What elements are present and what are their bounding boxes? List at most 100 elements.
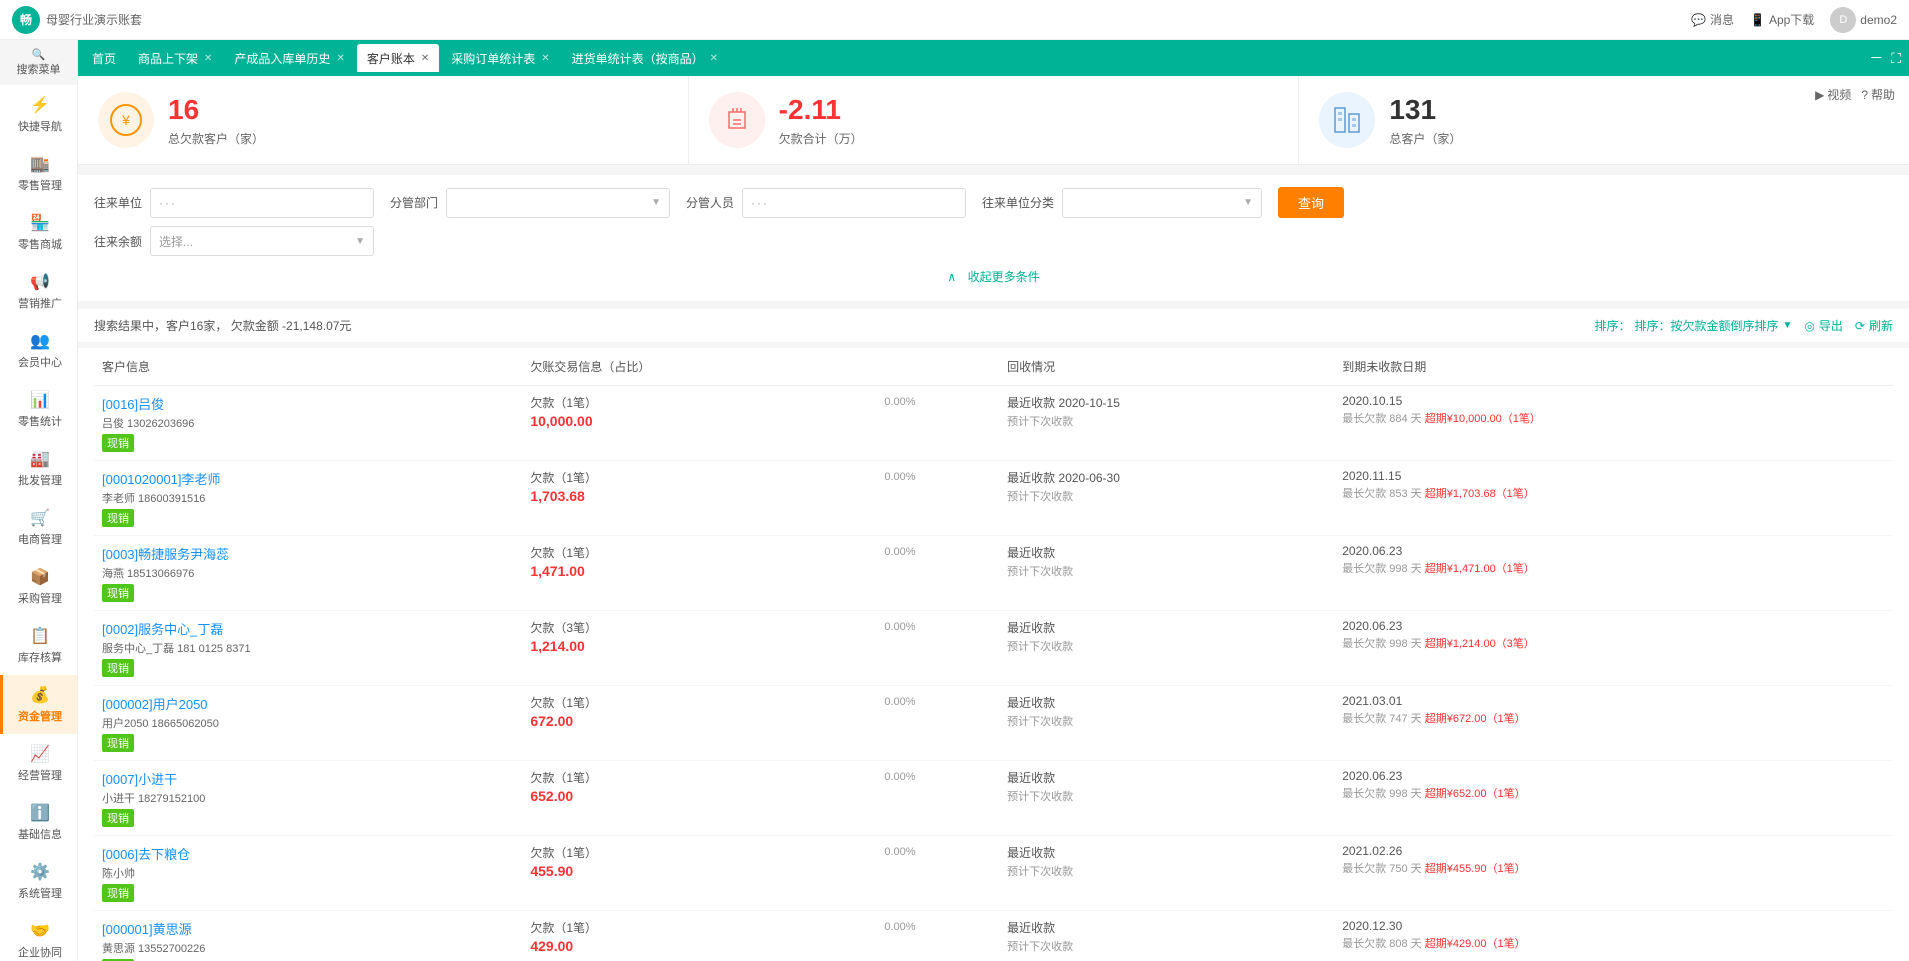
tab-home[interactable]: 首页 [82,44,126,72]
refresh-button[interactable]: ⟳ 刷新 [1855,317,1893,334]
customer-name-7[interactable]: [000001]黄思源 [102,919,514,938]
cell-return-5: 最近收款 预计下次收款 [999,761,1334,836]
col-header-due-date: 到期未收款日期 [1334,348,1893,386]
search-menu-area[interactable]: 🔍 搜索菜单 [0,40,77,85]
sidebar-item-system[interactable]: ⚙️ 系统管理 [0,852,77,911]
unit-cat-chevron-icon: ▼ [1243,197,1253,208]
overdue-link-6[interactable]: 超期¥455.90（1笔） [1425,863,1526,875]
sidebar-item-retail-mall[interactable]: 🏪 零售商城 [0,203,77,262]
tab-purchase-stats-by-product[interactable]: 进货单统计表（按商品） ✕ [562,44,728,72]
phone-icon: 📱 [1750,13,1765,27]
tab-close-purchase-stats-by-product[interactable]: ✕ [710,53,718,64]
overdue-link-3[interactable]: 超期¥1,214.00（3笔） [1425,638,1535,650]
sidebar-item-basic-info[interactable]: ℹ️ 基础信息 [0,793,77,852]
user-area[interactable]: D demo2 [1830,7,1897,33]
sidebar-item-retail-management[interactable]: 🏬 零售管理 [0,144,77,203]
sidebar-item-operations[interactable]: 📈 经营管理 [0,734,77,793]
debt-amount-6[interactable]: 455.90 [530,863,868,879]
help-btn[interactable]: ? 帮助 [1861,86,1895,103]
top-bar-right: 💬 消息 📱 App下载 D demo2 [1691,7,1897,33]
sidebar-item-retail-stats[interactable]: 📊 零售统计 [0,380,77,439]
debt-amount-7[interactable]: 429.00 [530,938,868,954]
debt-count-1: 欠款（1笔） [530,469,868,486]
top-bar: 畅 母婴行业演示账套 💬 消息 📱 App下载 D demo2 [0,0,1909,40]
filter-dept: 分管部门 ▼ [390,188,670,218]
customer-tag-4: 现销 [102,734,134,752]
sort-button[interactable]: 排序： 排序：按欠款金额倒序排序 ▼ [1594,317,1792,334]
debt-amount-2[interactable]: 1,471.00 [530,563,868,579]
logo-area: 畅 母婴行业演示账套 [12,6,142,34]
debt-amount-3[interactable]: 1,214.00 [530,638,868,654]
tab-close-purchase-order-stats[interactable]: ✕ [541,53,549,64]
filter-row-2: 往来余额 选择... ▼ [94,226,1893,256]
customer-tag-2: 现销 [102,584,134,602]
collapse-row[interactable]: ∧ 收起更多条件 [94,264,1893,289]
overdue-link-5[interactable]: 超期¥652.00（1笔） [1425,788,1526,800]
sidebar-item-marketing[interactable]: 📢 营销推广 [0,262,77,321]
cell-ratio-1: 0.00% [876,461,999,536]
due-date-2: 2020.06.23 [1342,544,1885,558]
customer-name-1[interactable]: [0001020001]李老师 [102,469,514,488]
tab-purchase-order-stats[interactable]: 采购订单统计表 ✕ [441,44,559,72]
debt-amount-0[interactable]: 10,000.00 [530,413,868,429]
unit-category-select[interactable]: ▼ [1062,188,1262,218]
overdue-link-2[interactable]: 超期¥1,471.00（1笔） [1425,563,1535,575]
export-button[interactable]: ◎ 导出 [1804,317,1843,334]
tab-close-finished-goods[interactable]: ✕ [336,53,344,64]
tab-minimize-icon[interactable]: － [1869,48,1883,68]
dept-select[interactable]: ▼ [446,188,670,218]
member-icon: 👥 [30,331,50,351]
table-row: [0002]服务中心_丁磊 服务中心_丁磊 181 0125 8371 现销 欠… [94,611,1893,686]
sidebar-item-ecommerce[interactable]: 🛒 电商管理 [0,498,77,557]
overdue-link-0[interactable]: 超期¥10,000.00（1笔） [1425,413,1541,425]
basic-info-icon: ℹ️ [30,803,50,823]
customer-name-0[interactable]: [0016]吕俊 [102,394,514,413]
tab-finished-goods[interactable]: 产成品入库单历史 ✕ [224,44,354,72]
manager-input[interactable]: ··· [742,188,966,218]
filter-area: 往来单位 ··· 分管部门 ▼ 分管人员 [78,175,1909,301]
filter-unit-category: 往来单位分类 ▼ [982,188,1262,218]
customer-name-5[interactable]: [0007]小进干 [102,769,514,788]
customer-tag-1: 现销 [102,509,134,527]
tab-product-listing[interactable]: 商品上下架 ✕ [128,44,222,72]
due-date-5: 2020.06.23 [1342,769,1885,783]
overdue-link-4[interactable]: 超期¥672.00（1笔） [1425,713,1526,725]
ecommerce-icon: 🛒 [30,508,50,528]
message-btn[interactable]: 💬 消息 [1691,11,1734,28]
tab-customer-ledger[interactable]: 客户账本 ✕ [357,44,439,72]
customer-name-2[interactable]: [0003]畅捷服务尹海蕊 [102,544,514,563]
debt-amount-5[interactable]: 652.00 [530,788,868,804]
cell-due-7: 2020.12.30 最长欠款 808 天 超期¥429.00（1笔） [1334,911,1893,961]
cell-return-2: 最近收款 预计下次收款 [999,536,1334,611]
app-download-btn[interactable]: 📱 App下载 [1750,11,1814,28]
overdue-link-7[interactable]: 超期¥429.00（1笔） [1425,938,1526,950]
overdue-link-1[interactable]: 超期¥1,703.68（1笔） [1425,488,1535,500]
customer-name-6[interactable]: [0006]去下粮仓 [102,844,514,863]
customer-name-3[interactable]: [0002]服务中心_丁磊 [102,619,514,638]
unit-category-label: 往来单位分类 [982,194,1054,211]
summary-cards: ¥ 16 总欠款客户（家） [78,76,1909,165]
sidebar-item-wholesale[interactable]: 🏭 批发管理 [0,439,77,498]
from-unit-input[interactable]: ··· [150,188,374,218]
debt-amount-1[interactable]: 1,703.68 [530,488,868,504]
filter-from-unit: 往来单位 ··· [94,188,374,218]
video-btn[interactable]: ▶ 视频 [1815,86,1851,103]
sidebar-item-member[interactable]: 👥 会员中心 [0,321,77,380]
sidebar-item-quick-nav[interactable]: ⚡ 快捷导航 [0,85,77,144]
sidebar-item-enterprise-collab[interactable]: 🤝 企业协同 [0,911,77,961]
sidebar-item-inventory[interactable]: 📋 库存核算 [0,616,77,675]
tab-maximize-icon[interactable]: ⛶ [1891,50,1901,67]
search-button[interactable]: 查询 [1278,187,1344,218]
sort-icon: 排序： [1594,317,1630,334]
tab-close-product-listing[interactable]: ✕ [204,53,212,64]
customer-name-4[interactable]: [000002]用户2050 [102,694,514,713]
tab-close-customer-ledger[interactable]: ✕ [421,53,429,64]
customer-phone-1: 李老师 18600391516 [102,490,514,506]
debt-ratio-1: 0.00% [884,471,991,483]
table-header: 客户信息 欠账交易信息（占比） 回收情况 到期未收款日期 [94,348,1893,386]
debt-amount-4[interactable]: 672.00 [530,713,868,729]
sidebar-item-purchase[interactable]: 📦 采购管理 [0,557,77,616]
balance-select[interactable]: 选择... ▼ [150,226,374,256]
sidebar-item-finance[interactable]: 💰 资金管理 [0,675,77,734]
cell-debt-2: 欠款（1笔） 1,471.00 [522,536,876,611]
